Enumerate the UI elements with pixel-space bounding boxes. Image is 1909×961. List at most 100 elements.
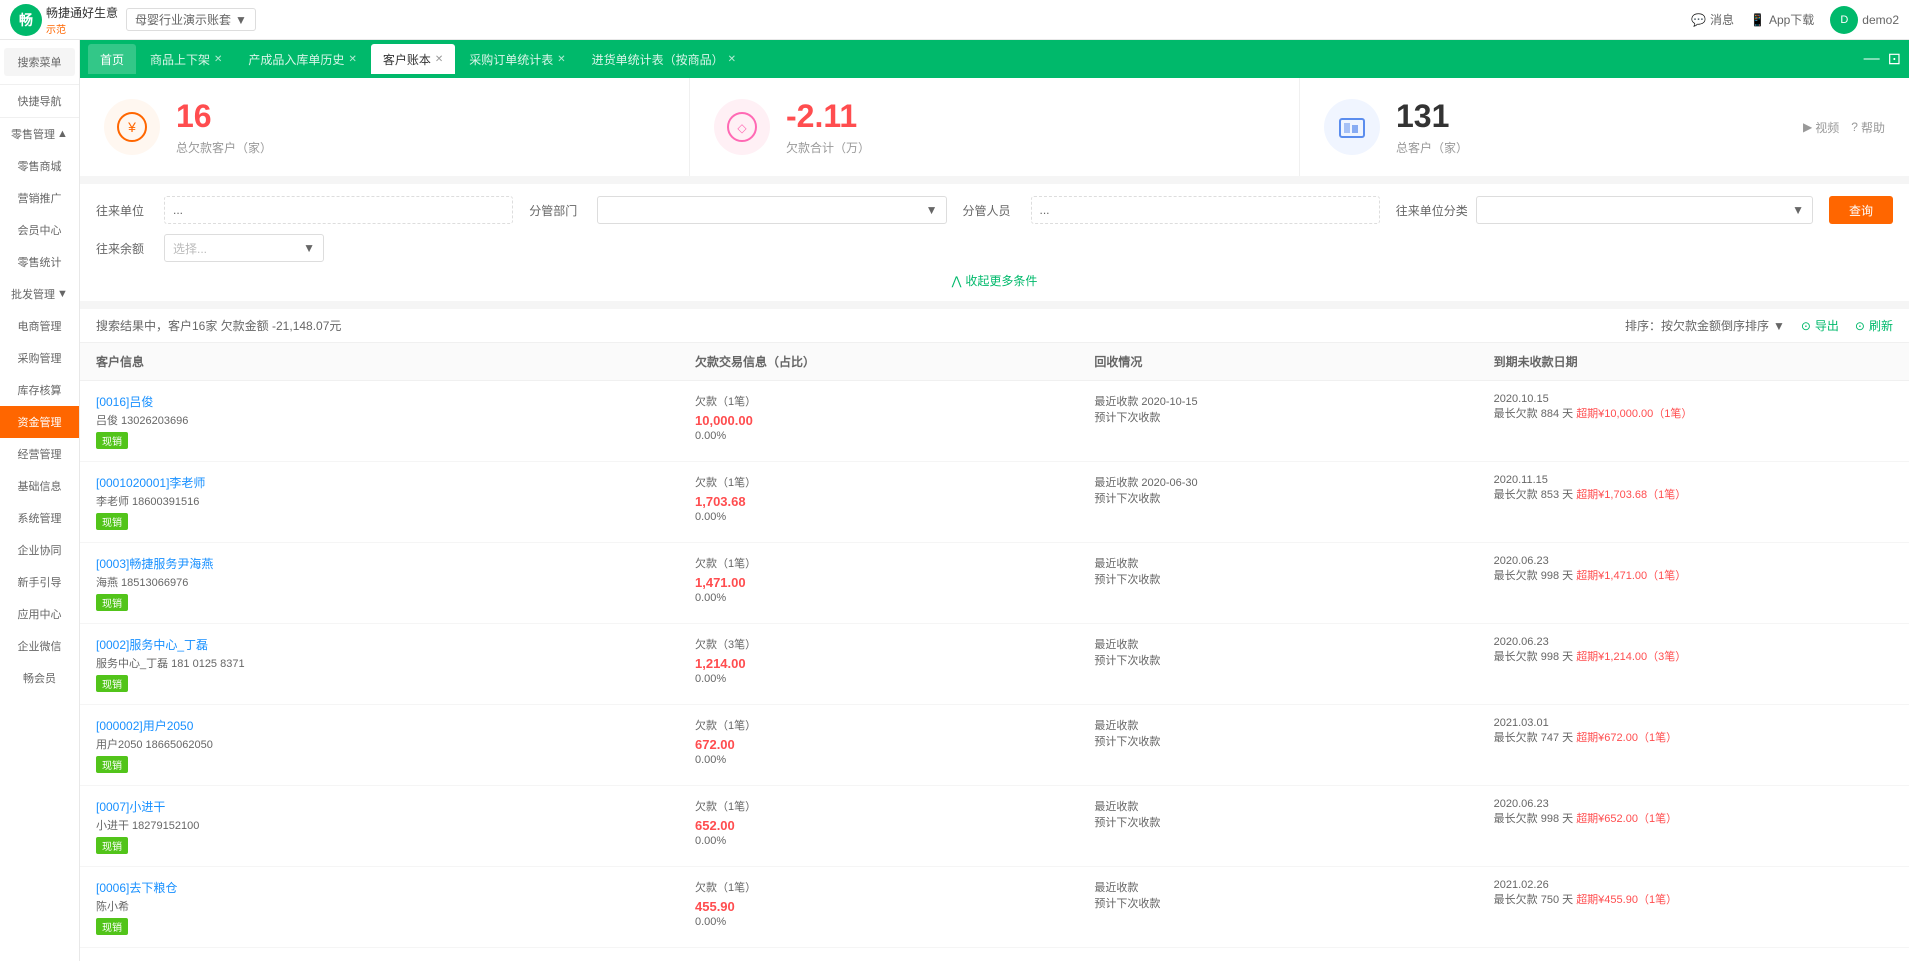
tab-purchase-product-stats[interactable]: 进货单统计表（按商品） ✕	[580, 44, 748, 74]
customer-name[interactable]: [0016]吕俊	[96, 393, 695, 410]
collapse-filter-btn[interactable]: ⋀ 收起更多条件	[952, 272, 1038, 289]
sidebar-item-guide[interactable]: 新手引导	[0, 566, 79, 598]
category-input[interactable]: ▼	[1476, 196, 1813, 224]
sidebar-item-wechat[interactable]: 企业微信	[0, 630, 79, 662]
sidebar-item-finance[interactable]: 资金管理	[0, 406, 79, 438]
overdue-link[interactable]: 超期¥652.00（1笔）	[1576, 813, 1677, 825]
table-row: [0001020001]李老师 李老师 18600391516 现销 欠款（1笔…	[80, 462, 1909, 543]
debt-amount: 672.00	[695, 737, 1094, 752]
sidebar-item-member[interactable]: 畅会员	[0, 662, 79, 694]
person-input[interactable]: ...	[1031, 196, 1380, 224]
collapse-row: ⋀ 收起更多条件	[96, 272, 1893, 289]
balance-input[interactable]: 选择... ▼	[164, 234, 324, 262]
tab-minimize-icon[interactable]: —	[1864, 50, 1880, 68]
tab-close-product[interactable]: ✕	[214, 54, 222, 65]
overdue-link[interactable]: 超期¥1,703.68（1笔）	[1576, 489, 1686, 501]
username: demo2	[1862, 13, 1899, 27]
customer-tag: 现销	[96, 918, 128, 935]
store-selector[interactable]: 母婴行业演示账套 ▼	[126, 8, 256, 31]
help-btn[interactable]: ? 帮助	[1851, 119, 1885, 136]
customer-cell: [0006]去下粮仓 陈小希 现销	[96, 879, 695, 935]
tab-purchase-stats[interactable]: 采购订单统计表 ✕	[457, 44, 577, 74]
overdue-days: 最长欠款 747 天 超期¥672.00（1笔）	[1494, 729, 1893, 745]
sidebar-item-marketing[interactable]: 营销推广	[0, 182, 79, 214]
tabs-actions: — ⊡	[1864, 49, 1901, 69]
next-collect: 预计下次收款	[1094, 895, 1493, 911]
export-btn[interactable]: ⊙ 导出	[1801, 317, 1839, 334]
debt-info: 欠款（1笔）	[695, 717, 1094, 733]
sidebar-item-app-center[interactable]: 应用中心	[0, 598, 79, 630]
debt-amount-label: 欠款合计（万）	[786, 139, 870, 156]
debt-percent: 0.00%	[695, 673, 1094, 685]
supplier-input[interactable]: ...	[164, 196, 513, 224]
customer-name[interactable]: [000002]用户2050	[96, 717, 695, 734]
customer-tag: 现销	[96, 432, 128, 449]
stat-card-debt-amount: ◇ -2.11 欠款合计（万）	[690, 78, 1300, 176]
sidebar-item-member-center[interactable]: 会员中心	[0, 214, 79, 246]
recovery-cell: 最近收款 预计下次收款	[1094, 555, 1493, 587]
sidebar-item-operations[interactable]: 经营管理	[0, 438, 79, 470]
tab-close-production[interactable]: ✕	[348, 54, 356, 65]
recovery-cell: 最近收款 2020-10-15 预计下次收款	[1094, 393, 1493, 425]
debt-cell: 欠款（1笔） 672.00 0.00%	[695, 717, 1094, 766]
tab-product-listing[interactable]: 商品上下架 ✕	[138, 44, 234, 74]
sidebar-item-ecommerce[interactable]: 电商管理	[0, 310, 79, 342]
sidebar-item-quick-nav[interactable]: 快捷导航	[0, 85, 79, 117]
top-bar-right: 💬 消息 📱 App下载 D demo2	[1691, 6, 1899, 34]
stats-row: ¥ 16 总欠款客户（家） ◇	[80, 78, 1909, 176]
customer-contact: 海燕 18513066976	[96, 574, 695, 590]
sidebar-item-inventory[interactable]: 库存核算	[0, 374, 79, 406]
customer-name[interactable]: [0001020001]李老师	[96, 474, 695, 491]
sidebar-item-retail-stats[interactable]: 零售统计	[0, 246, 79, 278]
search-button[interactable]: 查询	[1829, 196, 1893, 224]
overdue-link[interactable]: 超期¥1,471.00（1笔）	[1576, 570, 1686, 582]
sidebar-item-purchase-mgmt[interactable]: 采购管理	[0, 342, 79, 374]
customer-name[interactable]: [0006]去下粮仓	[96, 879, 695, 896]
supplier-value: ...	[173, 203, 183, 217]
due-date: 2020.06.23	[1494, 798, 1893, 810]
sidebar-item-retail-mgmt[interactable]: 零售管理 ▲	[0, 118, 79, 150]
customer-name[interactable]: [0002]服务中心_丁磊	[96, 636, 695, 653]
dept-input[interactable]: ▼	[597, 196, 946, 224]
sidebar-item-wholesale-mgmt[interactable]: 批发管理 ▼	[0, 278, 79, 310]
overdue-link[interactable]: 超期¥1,214.00（3笔）	[1576, 651, 1686, 663]
tab-expand-icon[interactable]: ⊡	[1888, 49, 1901, 69]
video-btn[interactable]: ▶ 视频	[1803, 119, 1839, 136]
tab-close-purchase-product[interactable]: ✕	[728, 54, 736, 65]
customer-tag: 现销	[96, 837, 128, 854]
debt-cell: 欠款（1笔） 455.90 0.00%	[695, 879, 1094, 928]
tab-close-purchase[interactable]: ✕	[557, 54, 565, 65]
col-header-due: 到期未收款日期	[1494, 353, 1893, 370]
due-date: 2021.03.01	[1494, 717, 1893, 729]
message-btn[interactable]: 💬 消息	[1691, 11, 1734, 28]
tab-production-history[interactable]: 产成品入库单历史 ✕	[236, 44, 368, 74]
logo-area: 畅 畅捷通好生意 示范	[10, 4, 118, 36]
sidebar-item-system[interactable]: 系统管理	[0, 502, 79, 534]
debt-info: 欠款（1笔）	[695, 798, 1094, 814]
tab-home[interactable]: 首页	[88, 44, 136, 74]
due-cell: 2020.06.23 最长欠款 998 天 超期¥652.00（1笔）	[1494, 798, 1893, 826]
app-download-btn[interactable]: 📱 App下载	[1750, 11, 1814, 28]
overdue-link[interactable]: 超期¥10,000.00（1笔）	[1576, 408, 1692, 420]
tab-customer-account[interactable]: 客户账本 ✕	[371, 44, 455, 74]
customer-name[interactable]: [0003]畅捷服务尹海燕	[96, 555, 695, 572]
search-menu-btn[interactable]: 搜索菜单	[4, 48, 75, 76]
balance-placeholder: 选择...	[173, 240, 207, 257]
overdue-link[interactable]: 超期¥672.00（1笔）	[1576, 732, 1677, 744]
sidebar-item-basic-info[interactable]: 基础信息	[0, 470, 79, 502]
sort-selector[interactable]: 排序：按欠款金额倒序排序 ▼	[1625, 317, 1785, 334]
arrow-icon: ▲	[57, 128, 68, 140]
phone-icon: 📱	[1750, 13, 1765, 27]
customer-name[interactable]: [0007]小进干	[96, 798, 695, 815]
sidebar-item-enterprise[interactable]: 企业协同	[0, 534, 79, 566]
sidebar-item-retail-mall[interactable]: 零售商城	[0, 150, 79, 182]
store-name: 母婴行业演示账套	[135, 11, 231, 28]
debt-amount: 1,703.68	[695, 494, 1094, 509]
top-bar: 畅 畅捷通好生意 示范 母婴行业演示账套 ▼ 💬 消息 📱 App下载 D de…	[0, 0, 1909, 40]
user-avatar-area[interactable]: D demo2	[1830, 6, 1899, 34]
refresh-btn[interactable]: ⊙ 刷新	[1855, 317, 1893, 334]
table-row: [0002]服务中心_丁磊 服务中心_丁磊 181 0125 8371 现销 欠…	[80, 624, 1909, 705]
last-collect: 最近收款	[1094, 879, 1493, 895]
overdue-link[interactable]: 超期¥455.90（1笔）	[1576, 894, 1677, 906]
tab-close-customer[interactable]: ✕	[435, 54, 443, 65]
